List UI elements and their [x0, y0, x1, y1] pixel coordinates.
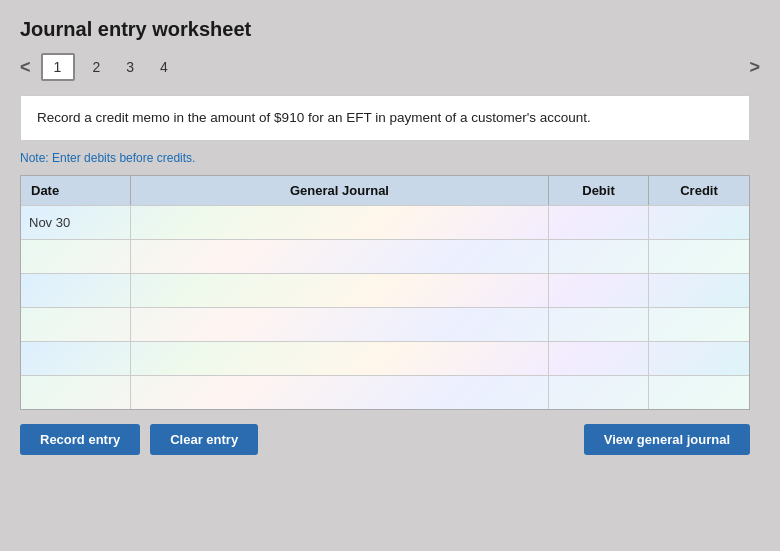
- table-row: [21, 341, 749, 375]
- buttons-row: Record entry Clear entry View general jo…: [20, 424, 750, 455]
- nav-tab-2[interactable]: 2: [85, 55, 109, 79]
- credit-cell-4[interactable]: [649, 308, 749, 341]
- clear-entry-button[interactable]: Clear entry: [150, 424, 258, 455]
- journal-cell-3[interactable]: [131, 274, 549, 307]
- nav-right-arrow[interactable]: >: [749, 57, 760, 78]
- credit-input-2[interactable]: [653, 244, 745, 270]
- journal-cell-1[interactable]: [131, 206, 549, 239]
- credit-cell-2[interactable]: [649, 240, 749, 273]
- debit-cell-6[interactable]: [549, 376, 649, 409]
- col-header-journal: General Journal: [131, 176, 549, 205]
- table-row: Nov 30: [21, 205, 749, 239]
- debit-input-3[interactable]: [553, 278, 644, 304]
- view-journal-button[interactable]: View general journal: [584, 424, 750, 455]
- journal-cell-5[interactable]: [131, 342, 549, 375]
- date-cell-1: Nov 30: [21, 206, 131, 239]
- debit-input-6[interactable]: [553, 380, 644, 406]
- table-row: [21, 273, 749, 307]
- journal-cell-4[interactable]: [131, 308, 549, 341]
- journal-cell-6[interactable]: [131, 376, 549, 409]
- col-header-credit: Credit: [649, 176, 749, 205]
- nav-row: < 1 2 3 4 >: [20, 53, 760, 81]
- debit-input-4[interactable]: [553, 312, 644, 338]
- description-box: Record a credit memo in the amount of $9…: [20, 95, 750, 141]
- note-text: Note: Enter debits before credits.: [20, 151, 760, 165]
- journal-input-6[interactable]: [135, 380, 544, 406]
- table-body: Nov 30: [21, 205, 749, 409]
- journal-input-5[interactable]: [135, 346, 544, 372]
- col-header-date: Date: [21, 176, 131, 205]
- journal-cell-2[interactable]: [131, 240, 549, 273]
- credit-cell-5[interactable]: [649, 342, 749, 375]
- debit-input-5[interactable]: [553, 346, 644, 372]
- nav-tab-4[interactable]: 4: [152, 55, 176, 79]
- date-cell-5: [21, 342, 131, 375]
- credit-input-3[interactable]: [653, 278, 745, 304]
- table-row: [21, 375, 749, 409]
- debit-cell-3[interactable]: [549, 274, 649, 307]
- credit-input-6[interactable]: [653, 380, 745, 406]
- journal-input-4[interactable]: [135, 312, 544, 338]
- nav-left-arrow[interactable]: <: [20, 57, 31, 78]
- credit-input-4[interactable]: [653, 312, 745, 338]
- credit-input-1[interactable]: [653, 210, 745, 236]
- credit-input-5[interactable]: [653, 346, 745, 372]
- table-header: Date General Journal Debit Credit: [21, 176, 749, 205]
- journal-table: Date General Journal Debit Credit Nov 30: [20, 175, 750, 410]
- date-cell-2: [21, 240, 131, 273]
- debit-input-1[interactable]: [553, 210, 644, 236]
- journal-input-2[interactable]: [135, 244, 544, 270]
- journal-input-1[interactable]: [135, 210, 544, 236]
- journal-input-3[interactable]: [135, 278, 544, 304]
- col-header-debit: Debit: [549, 176, 649, 205]
- record-entry-button[interactable]: Record entry: [20, 424, 140, 455]
- date-cell-6: [21, 376, 131, 409]
- nav-tab-1[interactable]: 1: [41, 53, 75, 81]
- credit-cell-1[interactable]: [649, 206, 749, 239]
- page-title: Journal entry worksheet: [20, 18, 760, 41]
- debit-cell-4[interactable]: [549, 308, 649, 341]
- nav-tab-3[interactable]: 3: [118, 55, 142, 79]
- debit-input-2[interactable]: [553, 244, 644, 270]
- debit-cell-2[interactable]: [549, 240, 649, 273]
- table-row: [21, 307, 749, 341]
- date-cell-3: [21, 274, 131, 307]
- credit-cell-6[interactable]: [649, 376, 749, 409]
- debit-cell-1[interactable]: [549, 206, 649, 239]
- debit-cell-5[interactable]: [549, 342, 649, 375]
- credit-cell-3[interactable]: [649, 274, 749, 307]
- table-row: [21, 239, 749, 273]
- date-cell-4: [21, 308, 131, 341]
